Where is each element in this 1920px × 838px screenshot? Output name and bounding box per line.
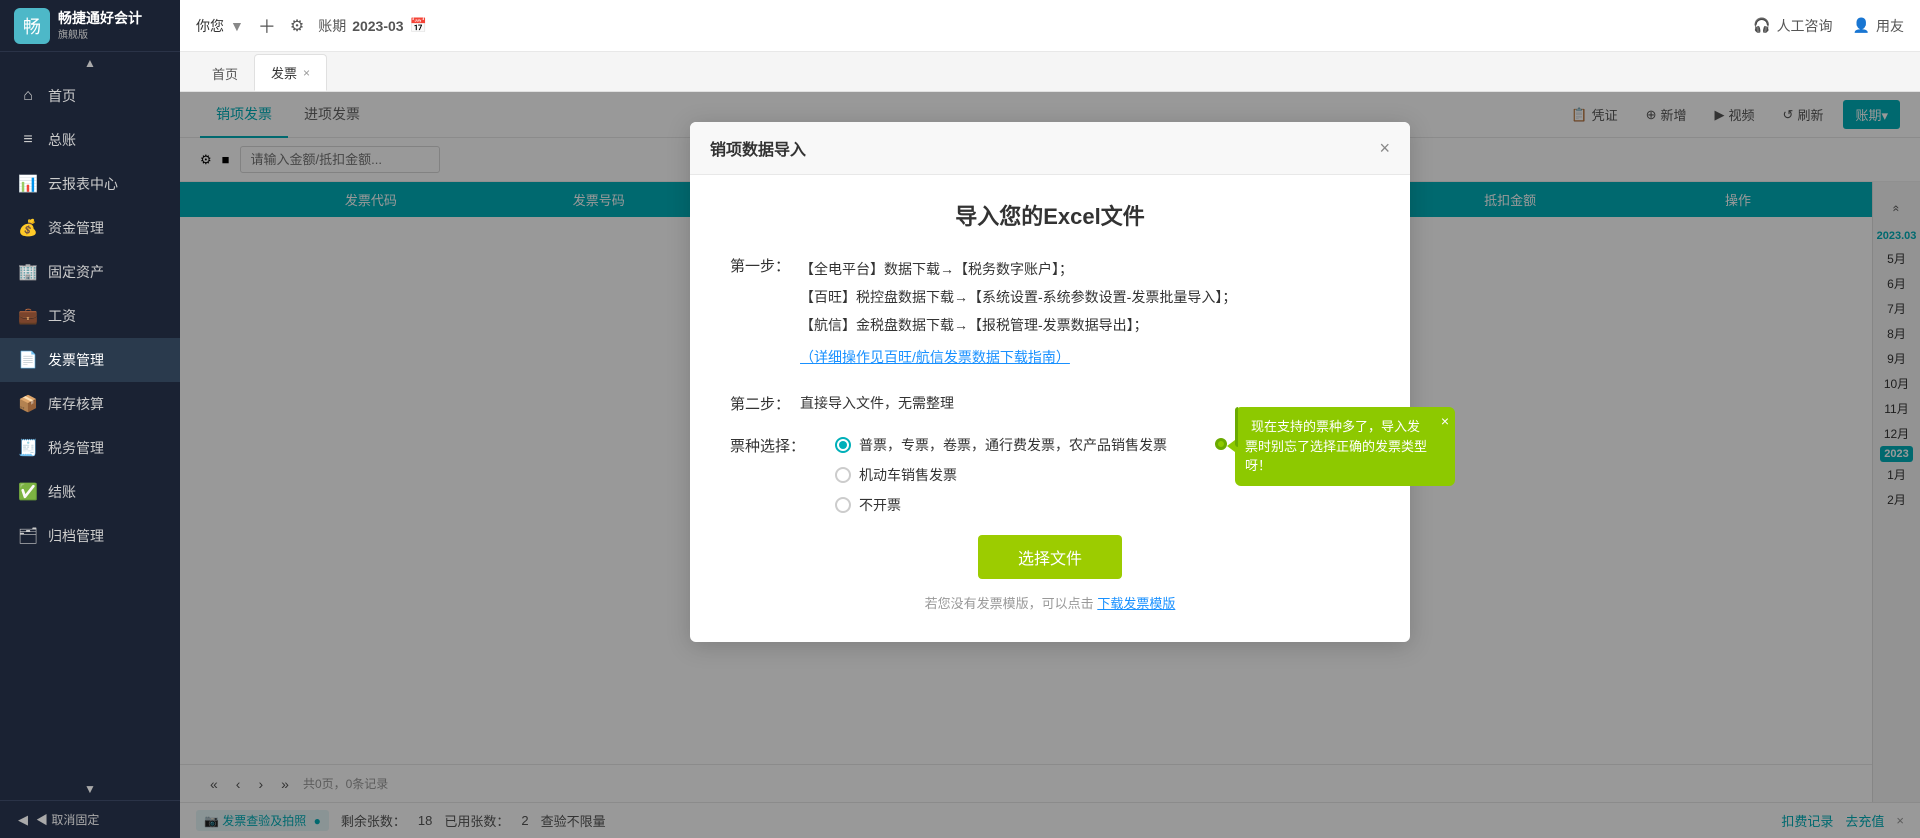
logo-title: 畅捷通好会计 (58, 10, 142, 27)
step1-content: 【全电平台】数据下载→【税务数字账户】； 【百旺】税控盘数据下载→【系统设置-系… (800, 255, 1236, 371)
tooltip-dot (1215, 438, 1227, 450)
reports-icon: 📊 (18, 174, 38, 194)
step1-line1: 【全电平台】数据下载→【税务数字账户】； (800, 255, 1236, 283)
topbar: 你您 ▼ ＋ ⚙ 账期 2023-03 📅 🎧 人工咨询 👤 用友 (180, 0, 1920, 52)
sidebar-item-tax[interactable]: 🧾 税务管理 (0, 426, 180, 470)
step1-line3: 【航信】金税盘数据下载→【报税管理-发票数据导出】； (800, 311, 1236, 339)
settle-icon: ✅ (18, 482, 38, 502)
tooltip-arrow (1227, 440, 1235, 452)
tooltip-close-btn[interactable]: × (1441, 411, 1449, 432)
tabbar: 首页 发票 × (180, 52, 1920, 92)
modal-footer: 若您没有发票模版，可以点击 下载发票模版 (730, 593, 1370, 612)
ticket-label: 票种选择： (730, 435, 805, 456)
select-file-btn[interactable]: 选择文件 (978, 535, 1122, 579)
step2-text: 直接导入文件，无需整理 (800, 389, 954, 417)
add-company-btn[interactable]: ＋ (258, 13, 276, 39)
sidebar-scroll-up[interactable]: ▲ (0, 52, 180, 74)
consult-btn[interactable]: 🎧 人工咨询 (1753, 16, 1832, 36)
sidebar-logo: 畅 畅捷通好会计 旗舰版 (0, 0, 180, 52)
invoice-icon: 📄 (18, 350, 38, 370)
sidebar-item-invoice[interactable]: 📄 发票管理 (0, 338, 180, 382)
radio-3[interactable] (835, 497, 851, 513)
sidebar-item-settle[interactable]: ✅ 结账 (0, 470, 180, 514)
sidebar-item-assets[interactable]: 🏢 固定资产 (0, 250, 180, 294)
headset-icon: 🎧 (1753, 17, 1770, 34)
radio-row-2: 机动车销售发票 (835, 465, 1227, 485)
modal-header: 销项数据导入 × (690, 122, 1410, 175)
assets-icon: 🏢 (18, 262, 38, 282)
radio-1[interactable] (835, 437, 851, 453)
funds-icon: 💰 (18, 218, 38, 238)
step2-label: 第二步： (730, 393, 790, 414)
calendar-icon[interactable]: 📅 (410, 17, 427, 34)
sidebar-item-reports[interactable]: 📊 云报表中心 (0, 162, 180, 206)
user-icon: 👤 (1853, 17, 1870, 34)
import-modal: 销项数据导入 × 导入您的Excel文件 第一步： 【全电平台】数据下载→【税务… (690, 122, 1410, 642)
logo-subtitle: 旗舰版 (58, 26, 142, 41)
sidebar: 畅 畅捷通好会计 旗舰版 ▲ ⌂ 首页 ≡ 总账 📊 云报表中心 (0, 0, 180, 838)
radio-row-3: 不开票 (835, 495, 1227, 515)
logo-icon: 畅 (14, 8, 50, 44)
sidebar-item-home[interactable]: ⌂ 首页 (0, 74, 180, 118)
radio-row-1: 普票，专票，卷票，通行费发票，农产品销售发票 现在支持的票种多了，导 (835, 435, 1227, 455)
sidebar-scroll-down[interactable]: ▼ (0, 778, 180, 800)
radio-2[interactable] (835, 467, 851, 483)
settings-btn[interactable]: ⚙ (290, 16, 304, 36)
sidebar-item-ledger[interactable]: ≡ 总账 (0, 118, 180, 162)
modal-overlay: 销项数据导入 × 导入您的Excel文件 第一步： 【全电平台】数据下载→【税务… (180, 92, 1920, 838)
tab-home[interactable]: 首页 (196, 56, 254, 91)
sidebar-item-funds[interactable]: 💰 资金管理 (0, 206, 180, 250)
tooltip-bar (1235, 407, 1238, 447)
modal-close-btn[interactable]: × (1379, 138, 1390, 159)
sidebar-item-salary[interactable]: 💼 工资 (0, 294, 180, 338)
topbar-right: 🎧 人工咨询 👤 用友 (1753, 16, 1904, 36)
ticket-section: 票种选择： 普票，专票，卷票，通行费发票，农产品销售发票 (730, 435, 1370, 515)
sidebar-collapse-btn[interactable]: ◀ ◀ 取消固定 (0, 800, 180, 838)
step1-line2: 【百旺】税控盘数据下载→【系统设置-系统参数设置-发票批量导入】； (800, 283, 1236, 311)
company-arrow-icon: ▼ (230, 18, 244, 34)
download-template-link[interactable]: 下载发票模版 (1097, 596, 1175, 611)
sidebar-nav: ⌂ 首页 ≡ 总账 📊 云报表中心 💰 资金管理 🏢 固定资产 💼 工资 (0, 74, 180, 778)
company-selector[interactable]: 你您 ▼ (196, 16, 244, 36)
step1: 第一步： 【全电平台】数据下载→【税务数字账户】； 【百旺】税控盘数据下载→【系… (730, 255, 1370, 371)
sidebar-item-archive[interactable]: 🗂 归档管理 (0, 514, 180, 558)
radio-1-dot (839, 441, 847, 449)
sidebar-item-stock[interactable]: 📦 库存核算 (0, 382, 180, 426)
period-display: 账期 2023-03 📅 (318, 16, 427, 36)
import-title: 导入您的Excel文件 (730, 199, 1370, 231)
tooltip-bubble: 现在支持的票种多了，导入发票时别忘了选择正确的发票类型呀！ × (1235, 407, 1455, 486)
tab-invoice[interactable]: 发票 × (254, 54, 327, 91)
tax-icon: 🧾 (18, 438, 38, 458)
archive-icon: 🗂 (18, 526, 38, 546)
collapse-icon: ◀ (18, 812, 28, 828)
tab-close-icon[interactable]: × (303, 66, 310, 80)
modal-body: 导入您的Excel文件 第一步： 【全电平台】数据下载→【税务数字账户】； 【百… (690, 175, 1410, 642)
modal-title: 销项数据导入 (710, 136, 806, 160)
radio-group: 普票，专票，卷票，通行费发票，农产品销售发票 现在支持的票种多了，导 (835, 435, 1227, 515)
ledger-icon: ≡ (18, 130, 38, 150)
stock-icon: 📦 (18, 394, 38, 414)
salary-icon: 💼 (18, 306, 38, 326)
step1-label: 第一步： (730, 255, 790, 276)
user-menu[interactable]: 👤 用友 (1853, 16, 1904, 36)
home-icon: ⌂ (18, 86, 38, 106)
step1-guide-link[interactable]: （详细操作见百旺/航信发票数据下载指南） (800, 349, 1070, 365)
main-content: 你您 ▼ ＋ ⚙ 账期 2023-03 📅 🎧 人工咨询 👤 用友 (180, 0, 1920, 838)
